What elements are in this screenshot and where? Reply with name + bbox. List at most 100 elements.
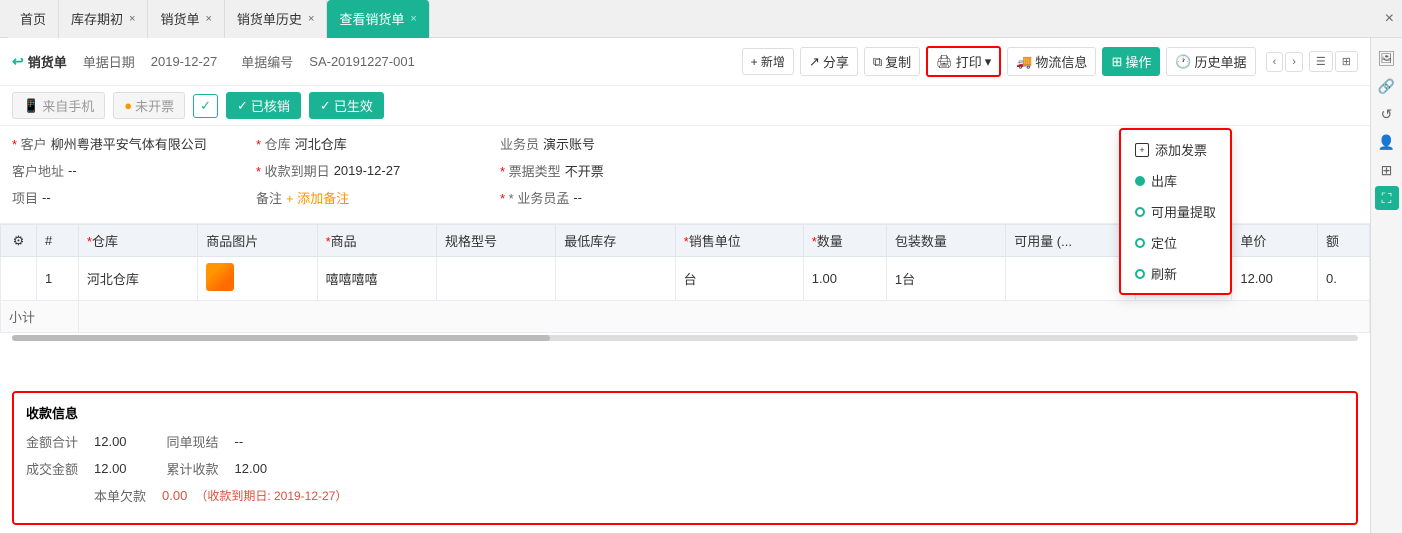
sidebar-table-icon[interactable]: ⊞ bbox=[1375, 158, 1399, 182]
number-label: 单据编号 bbox=[241, 52, 293, 71]
close-tab-view-sales-order[interactable]: × bbox=[410, 13, 416, 25]
tab-sales-history[interactable]: 销货单历史 × bbox=[225, 0, 327, 38]
mobile-status-btn[interactable]: 📱 来自手机 bbox=[12, 92, 105, 119]
copy-button[interactable]: ⧉ 复制 bbox=[864, 47, 920, 76]
verify-icon-btn[interactable]: ✓ bbox=[193, 94, 218, 118]
sidebar-user-icon[interactable]: 👤 bbox=[1375, 130, 1399, 154]
transaction-amount-item: 成交金额 12.00 bbox=[26, 459, 127, 478]
number-value: SA-20191227-001 bbox=[309, 54, 415, 69]
verify-icon: ✓ bbox=[200, 98, 211, 114]
invoice-status-btn[interactable]: ● 未开票 bbox=[113, 92, 185, 119]
row-amount: 0. bbox=[1318, 257, 1370, 301]
next-record[interactable]: › bbox=[1285, 52, 1303, 72]
project-field: 项目 -- bbox=[12, 188, 232, 207]
row-pkg-qty: 1台 bbox=[886, 257, 1005, 301]
settlement-label: 同单现结 bbox=[167, 432, 227, 451]
share-button[interactable]: ↗ 分享 bbox=[800, 47, 858, 76]
prev-record[interactable]: ‹ bbox=[1266, 52, 1284, 72]
sidebar-expand-icon[interactable]: ⛶ bbox=[1375, 186, 1399, 210]
address-label: 客户地址 bbox=[12, 161, 64, 180]
sidebar-link-icon[interactable]: 🔗 bbox=[1375, 74, 1399, 98]
grid-view-btn[interactable]: ⊞ bbox=[1335, 51, 1358, 72]
qty-th: *数量 bbox=[803, 225, 886, 257]
payment-info: 收款信息 金额合计 12.00 同单现结 -- 成交金额 12.00 bbox=[26, 403, 1344, 513]
balance-note: （收款到期日: 2019-12-27） bbox=[195, 487, 347, 504]
dropdown-available-qty[interactable]: 可用量提取 bbox=[1121, 196, 1230, 227]
dropdown-refresh[interactable]: 刷新 bbox=[1121, 258, 1230, 289]
invoice-type-value: 不开票 bbox=[565, 161, 604, 180]
nav-arrows: ‹ › bbox=[1266, 52, 1303, 72]
due-date-label: 收款到期日 bbox=[256, 161, 330, 180]
warehouse-value: 河北仓库 bbox=[295, 134, 347, 153]
sidebar-image-icon[interactable]: 🖼 bbox=[1375, 46, 1399, 70]
total-amount-value: 12.00 bbox=[94, 434, 127, 449]
history-button[interactable]: 🕐 历史单据 bbox=[1166, 47, 1255, 76]
address-value: -- bbox=[68, 163, 77, 178]
add-note-btn[interactable]: 添加备注 bbox=[286, 188, 349, 207]
tab-sales-order[interactable]: 销货单 × bbox=[148, 0, 224, 38]
close-tab-sales-order[interactable]: × bbox=[205, 13, 211, 25]
row-available bbox=[1006, 257, 1135, 301]
payment-section: 收款信息 金额合计 12.00 同单现结 -- 成交金额 12.00 bbox=[12, 391, 1358, 525]
pkg-qty-th: 包装数量 bbox=[886, 225, 1005, 257]
dropdown-outbound[interactable]: 出库 bbox=[1121, 165, 1230, 196]
close-tab-sales-history[interactable]: × bbox=[308, 13, 314, 25]
available-qty-icon bbox=[1135, 207, 1145, 217]
settings-th[interactable]: ⚙ bbox=[1, 225, 37, 257]
logistics-button[interactable]: 🚚 物流信息 bbox=[1007, 47, 1096, 76]
subtotal-values bbox=[78, 301, 1369, 333]
outbound-icon bbox=[1135, 176, 1145, 186]
salesperson-label: * 业务员孟 bbox=[500, 188, 569, 207]
operation-button[interactable]: ⊞ 操作 bbox=[1102, 47, 1160, 76]
history-icon: 🕐 bbox=[1175, 54, 1191, 70]
tab-view-sales-order[interactable]: 查看销货单 × bbox=[327, 0, 429, 38]
row-product: 嘻嘻嘻嘻 bbox=[317, 257, 436, 301]
new-button[interactable]: + 新增 bbox=[742, 48, 794, 75]
note-field: 备注 添加备注 bbox=[256, 188, 476, 207]
project-label: 项目 bbox=[12, 188, 38, 207]
locate-icon bbox=[1135, 238, 1145, 248]
effective-icon: ✓ bbox=[320, 98, 331, 114]
dropdown-add-invoice[interactable]: + 添加发票 bbox=[1121, 134, 1230, 165]
row-spec bbox=[436, 257, 555, 301]
tab-inventory-init[interactable]: 库存期初 × bbox=[59, 0, 148, 38]
verified-status-btn[interactable]: ✓ 已核销 bbox=[226, 92, 301, 119]
address-field: 客户地址 -- bbox=[12, 161, 232, 180]
h-scrollbar[interactable] bbox=[12, 335, 1358, 341]
operation-dropdown: + 添加发票 出库 可用量提取 定位 刷新 bbox=[1119, 128, 1232, 295]
operation-icon: ⊞ bbox=[1111, 54, 1122, 70]
row-image bbox=[198, 257, 317, 301]
view-toggle: ☰ ⊞ bbox=[1309, 51, 1358, 72]
print-button[interactable]: 🖨 打印 ▾ bbox=[926, 46, 1001, 77]
sidebar-rotate-icon[interactable]: ↺ bbox=[1375, 102, 1399, 126]
warehouse-label: 仓库 bbox=[256, 134, 291, 153]
salesperson-field: * 业务员孟 -- bbox=[500, 188, 720, 207]
customer-value: 柳州粤港平安气体有限公司 bbox=[51, 134, 207, 153]
row-warehouse: 河北仓库 bbox=[78, 257, 197, 301]
transaction-amount-value: 12.00 bbox=[94, 461, 127, 476]
row-settings bbox=[1, 257, 37, 301]
payment-row-2: 成交金额 12.00 累计收款 12.00 bbox=[26, 459, 1344, 478]
price-th: 单价 bbox=[1232, 225, 1318, 257]
dropdown-locate[interactable]: 定位 bbox=[1121, 227, 1230, 258]
invoice-icon: ● bbox=[124, 98, 132, 113]
effective-status-btn[interactable]: ✓ 已生效 bbox=[309, 92, 384, 119]
cumulative-item: 累计收款 12.00 bbox=[167, 459, 268, 478]
print-icon: 🖨 bbox=[936, 54, 953, 70]
unit-th: *销售单位 bbox=[675, 225, 803, 257]
row-qty: 1.00 bbox=[803, 257, 886, 301]
close-all-tabs[interactable]: × bbox=[1385, 10, 1394, 28]
row-min-stock bbox=[556, 257, 675, 301]
share-icon: ↗ bbox=[809, 54, 820, 70]
print-dropdown-icon: ▾ bbox=[985, 54, 992, 70]
note-label: 备注 bbox=[256, 188, 282, 207]
close-tab-inventory-init[interactable]: × bbox=[129, 13, 135, 25]
tab-bar: 首页 库存期初 × 销货单 × 销货单历史 × 查看销货单 × × bbox=[0, 0, 1402, 38]
warehouse-field: 仓库 河北仓库 bbox=[256, 134, 476, 153]
copy-icon: ⧉ bbox=[873, 54, 882, 70]
tab-home[interactable]: 首页 bbox=[8, 0, 59, 38]
verified-icon: ✓ bbox=[237, 98, 248, 114]
amount-th: 额 bbox=[1318, 225, 1370, 257]
h-scrollbar-thumb bbox=[12, 335, 550, 341]
list-view-btn[interactable]: ☰ bbox=[1309, 51, 1333, 72]
